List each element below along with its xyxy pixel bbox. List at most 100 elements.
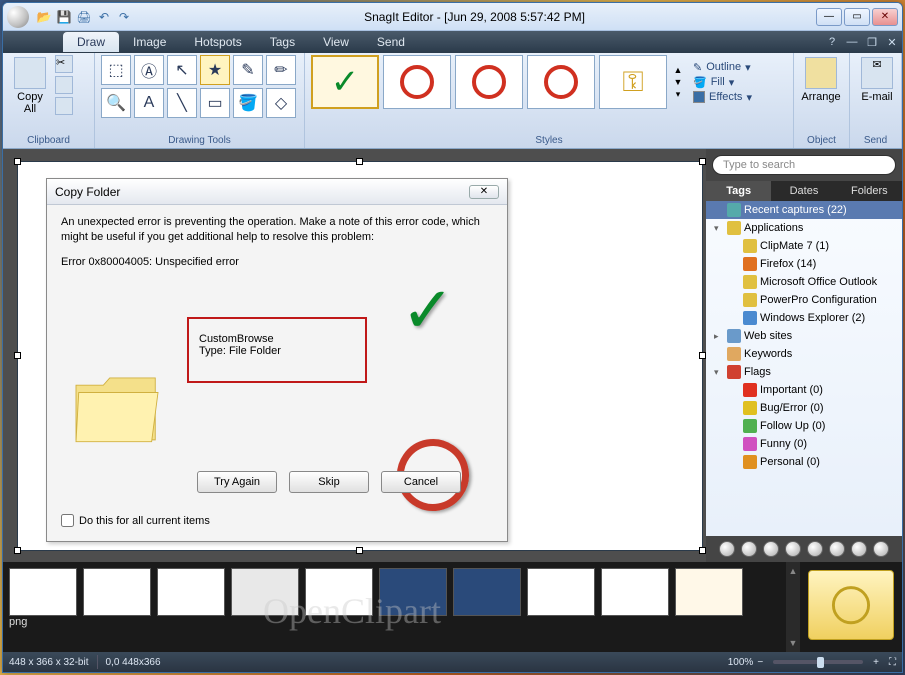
paste-icon[interactable] <box>55 97 73 115</box>
tool-text[interactable]: A <box>134 88 164 118</box>
side-tab-folders[interactable]: Folders <box>837 181 902 201</box>
styles-scroll-up[interactable]: ▲ <box>671 65 685 75</box>
thumbnail[interactable] <box>675 568 743 616</box>
skip-button[interactable]: Skip <box>289 471 369 493</box>
help-icon[interactable]: ? <box>825 35 839 49</box>
style-circle-red-2[interactable] <box>455 55 523 109</box>
thumbnail[interactable] <box>9 568 77 616</box>
copy-all-button[interactable]: Copy All <box>9 55 51 115</box>
tool-shape[interactable]: ▭ <box>200 88 230 118</box>
tool-fill[interactable]: 🪣 <box>233 88 263 118</box>
do-for-all-checkbox[interactable]: Do this for all current items <box>61 514 210 527</box>
tree-row[interactable]: Windows Explorer (2) <box>706 309 902 327</box>
tray-scroll-up[interactable]: ▲ <box>786 566 800 576</box>
dialog-title: Copy Folder <box>55 185 120 199</box>
arrange-button[interactable]: Arrange <box>800 55 842 103</box>
qat-redo[interactable]: ↷ <box>115 8 133 26</box>
minimize-button[interactable]: — <box>816 8 842 26</box>
fit-screen-icon[interactable]: ⛶ <box>889 657 896 668</box>
flag-icon[interactable] <box>807 541 823 557</box>
copy-icon-small[interactable] <box>55 76 73 94</box>
tree-row[interactable]: ▾Applications <box>706 219 902 237</box>
tree-row[interactable]: Microsoft Office Outlook <box>706 273 902 291</box>
tool-pen[interactable]: ✎ <box>233 55 263 85</box>
cancel-button[interactable]: Cancel <box>381 471 461 493</box>
tag-tree[interactable]: Recent captures (22)▾ApplicationsClipMat… <box>706 201 902 536</box>
search-input[interactable]: Type to search <box>712 155 896 175</box>
cut-icon[interactable]: ✂ <box>55 55 73 73</box>
effects-dropdown[interactable]: Effects ▾ <box>693 91 752 104</box>
tree-row[interactable]: Follow Up (0) <box>706 417 902 435</box>
flag-icon[interactable] <box>829 541 845 557</box>
qat-save[interactable]: 💾 <box>55 8 73 26</box>
fill-dropdown[interactable]: 🪣 Fill ▾ <box>693 76 752 89</box>
flag-icon[interactable] <box>873 541 889 557</box>
tree-row[interactable]: ▸Web sites <box>706 327 902 345</box>
style-check-green[interactable]: ✓ <box>311 55 379 109</box>
qat-print[interactable]: 🖨 <box>75 8 93 26</box>
side-tab-tags[interactable]: Tags <box>706 181 771 201</box>
zoom-slider[interactable] <box>773 660 863 664</box>
tree-row[interactable]: Personal (0) <box>706 453 902 471</box>
try-again-button[interactable]: Try Again <box>197 471 277 493</box>
tab-draw[interactable]: Draw <box>63 32 119 52</box>
close-button[interactable]: ✕ <box>872 8 898 26</box>
side-tab-dates[interactable]: Dates <box>771 181 836 201</box>
tool-zoom[interactable]: 🔍 <box>101 88 131 118</box>
tool-select[interactable]: ⬚ <box>101 55 131 85</box>
tool-callout[interactable]: Ⓐ <box>134 55 164 85</box>
app-icon[interactable] <box>7 6 29 28</box>
thumbnail[interactable] <box>83 568 151 616</box>
maximize-button[interactable]: ▭ <box>844 8 870 26</box>
tree-row[interactable]: ▾Flags <box>706 363 902 381</box>
thumbnail[interactable] <box>453 568 521 616</box>
tool-arrow[interactable]: ↖ <box>167 55 197 85</box>
tab-image[interactable]: Image <box>119 32 180 52</box>
tab-hotspots[interactable]: Hotspots <box>180 32 255 52</box>
tree-row[interactable]: Funny (0) <box>706 435 902 453</box>
styles-scroll-down[interactable]: ▼ <box>671 77 685 87</box>
tool-stamp[interactable]: ★ <box>200 55 230 85</box>
checkmark-stamp[interactable]: ✓ <box>401 273 455 348</box>
qat-undo[interactable]: ↶ <box>95 8 113 26</box>
do-for-all-input[interactable] <box>61 514 74 527</box>
qat-open[interactable]: 📂 <box>35 8 53 26</box>
tree-row[interactable]: Bug/Error (0) <box>706 399 902 417</box>
mdi-minimize[interactable]: — <box>845 35 859 49</box>
folder-thumbnail[interactable] <box>808 570 894 640</box>
style-key[interactable]: ⚿ <box>599 55 667 109</box>
mdi-close[interactable]: ✕ <box>885 35 899 49</box>
tab-view[interactable]: View <box>309 32 363 52</box>
thumbnail[interactable] <box>157 568 225 616</box>
canvas[interactable]: Copy Folder ✕ An unexpected error is pre… <box>3 149 706 562</box>
zoom-out-icon[interactable]: − <box>757 657 763 668</box>
tool-erase[interactable]: ◇ <box>266 88 296 118</box>
tree-row[interactable]: PowerPro Configuration <box>706 291 902 309</box>
dialog-close-icon[interactable]: ✕ <box>469 185 499 199</box>
flag-icon[interactable] <box>763 541 779 557</box>
flag-icon[interactable] <box>741 541 757 557</box>
email-button[interactable]: ✉ E-mail <box>856 55 898 103</box>
tree-row[interactable]: Recent captures (22) <box>706 201 902 219</box>
tree-row[interactable]: Firefox (14) <box>706 255 902 273</box>
tab-send[interactable]: Send <box>363 32 419 52</box>
tree-row[interactable]: Important (0) <box>706 381 902 399</box>
tool-highlight[interactable]: ✏ <box>266 55 296 85</box>
style-circle-red-1[interactable] <box>383 55 451 109</box>
zoom-in-icon[interactable]: + <box>873 657 879 668</box>
flag-icon[interactable] <box>719 541 735 557</box>
style-circle-red-3[interactable] <box>527 55 595 109</box>
tree-row[interactable]: Keywords <box>706 345 902 363</box>
document[interactable]: Copy Folder ✕ An unexpected error is pre… <box>17 161 703 551</box>
flag-icon[interactable] <box>851 541 867 557</box>
styles-more[interactable]: ▾ <box>671 89 685 100</box>
thumbnail[interactable] <box>527 568 595 616</box>
mdi-restore[interactable]: ❐ <box>865 35 879 49</box>
tab-tags[interactable]: Tags <box>256 32 309 52</box>
thumbnail[interactable] <box>601 568 669 616</box>
tray-scroll-down[interactable]: ▼ <box>786 638 800 648</box>
outline-dropdown[interactable]: ✎ Outline ▾ <box>693 61 752 74</box>
tree-row[interactable]: ClipMate 7 (1) <box>706 237 902 255</box>
tool-line[interactable]: ╲ <box>167 88 197 118</box>
flag-icon[interactable] <box>785 541 801 557</box>
